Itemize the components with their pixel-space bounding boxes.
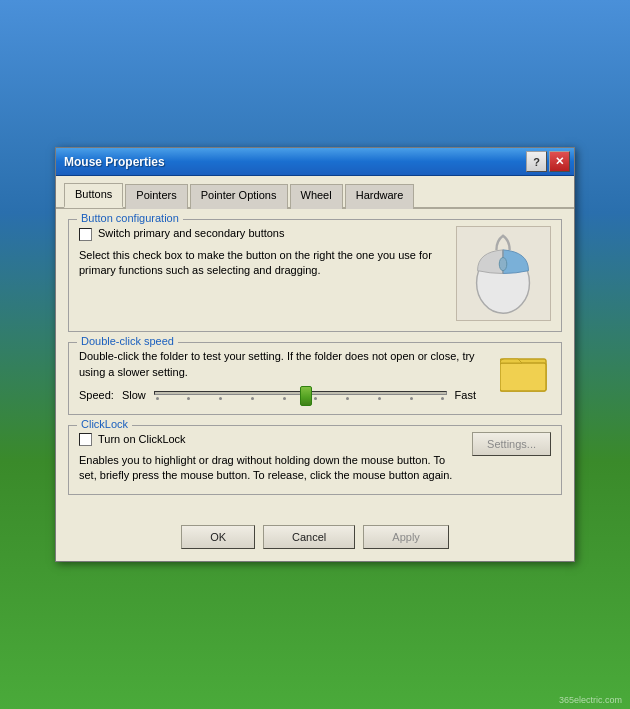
clicklock-description: Enables you to highlight or drag without…	[79, 453, 462, 484]
button-config-label: Button configuration	[77, 212, 183, 224]
svg-point-2	[499, 258, 507, 271]
slider-dot	[283, 397, 286, 400]
tab-hardware[interactable]: Hardware	[345, 184, 415, 209]
close-button[interactable]: ✕	[549, 151, 570, 172]
double-click-label: Double-click speed	[77, 335, 178, 347]
clicklock-label: ClickLock	[77, 418, 132, 430]
clicklock-checkbox-row: Turn on ClickLock	[79, 432, 462, 447]
speed-label: Speed:	[79, 388, 114, 403]
slider-dot	[251, 397, 254, 400]
speed-slider-wrapper	[154, 391, 447, 400]
svg-rect-4	[500, 363, 546, 391]
slider-dot	[346, 397, 349, 400]
window-title: Mouse Properties	[64, 155, 165, 169]
slider-dot	[378, 397, 381, 400]
title-bar: Mouse Properties ? ✕	[56, 148, 574, 176]
slider-dot	[441, 397, 444, 400]
fast-label: Fast	[455, 388, 476, 403]
button-config-inner: Switch primary and secondary buttons Sel…	[79, 226, 551, 321]
slider-dot	[219, 397, 222, 400]
speed-section: Double-click the folder to test your set…	[79, 349, 551, 403]
double-click-description: Double-click the folder to test your set…	[79, 349, 476, 380]
clicklock-inner: Turn on ClickLock Enables you to highlig…	[79, 432, 551, 484]
ok-button[interactable]: OK	[181, 525, 255, 549]
mouse-icon	[466, 231, 541, 316]
slider-dot	[187, 397, 190, 400]
folder-icon[interactable]	[496, 349, 551, 394]
tab-content: Button configuration Switch primary and …	[56, 209, 574, 514]
title-bar-buttons: ? ✕	[526, 151, 570, 172]
speed-text: Double-click the folder to test your set…	[79, 349, 476, 403]
clicklock-text: Turn on ClickLock Enables you to highlig…	[79, 432, 462, 484]
slider-dot	[314, 397, 317, 400]
dialog-button-row: OK Cancel Apply	[56, 515, 574, 561]
tab-wheel[interactable]: Wheel	[290, 184, 343, 209]
primary-secondary-label: Switch primary and secondary buttons	[98, 226, 284, 241]
clicklock-checkbox[interactable]	[79, 433, 92, 446]
help-button[interactable]: ?	[526, 151, 547, 172]
tab-buttons[interactable]: Buttons	[64, 183, 123, 208]
speed-slider-thumb[interactable]	[300, 386, 312, 406]
button-configuration-group: Button configuration Switch primary and …	[68, 219, 562, 332]
speed-row: Speed: Slow	[79, 388, 476, 403]
tab-bar: Buttons Pointers Pointer Options Wheel H…	[56, 176, 574, 209]
slider-dot	[156, 397, 159, 400]
button-config-text: Switch primary and secondary buttons Sel…	[79, 226, 446, 321]
primary-secondary-checkbox-row: Switch primary and secondary buttons	[79, 226, 446, 241]
watermark: 365electric.com	[559, 695, 622, 705]
double-click-speed-group: Double-click speed Double-click the fold…	[68, 342, 562, 414]
clicklock-group: ClickLock Turn on ClickLock Enables you …	[68, 425, 562, 495]
tab-pointer-options[interactable]: Pointer Options	[190, 184, 288, 209]
primary-secondary-checkbox[interactable]	[79, 228, 92, 241]
cancel-button[interactable]: Cancel	[263, 525, 355, 549]
mouse-image	[456, 226, 551, 321]
mouse-properties-dialog: Mouse Properties ? ✕ Buttons Pointers Po…	[55, 147, 575, 561]
settings-button[interactable]: Settings...	[472, 432, 551, 456]
apply-button[interactable]: Apply	[363, 525, 449, 549]
button-config-description: Select this check box to make the button…	[79, 248, 446, 279]
slow-label: Slow	[122, 388, 146, 403]
clicklock-checkbox-label: Turn on ClickLock	[98, 432, 186, 447]
folder-svg	[500, 351, 548, 393]
tab-pointers[interactable]: Pointers	[125, 184, 187, 209]
slider-dot	[410, 397, 413, 400]
